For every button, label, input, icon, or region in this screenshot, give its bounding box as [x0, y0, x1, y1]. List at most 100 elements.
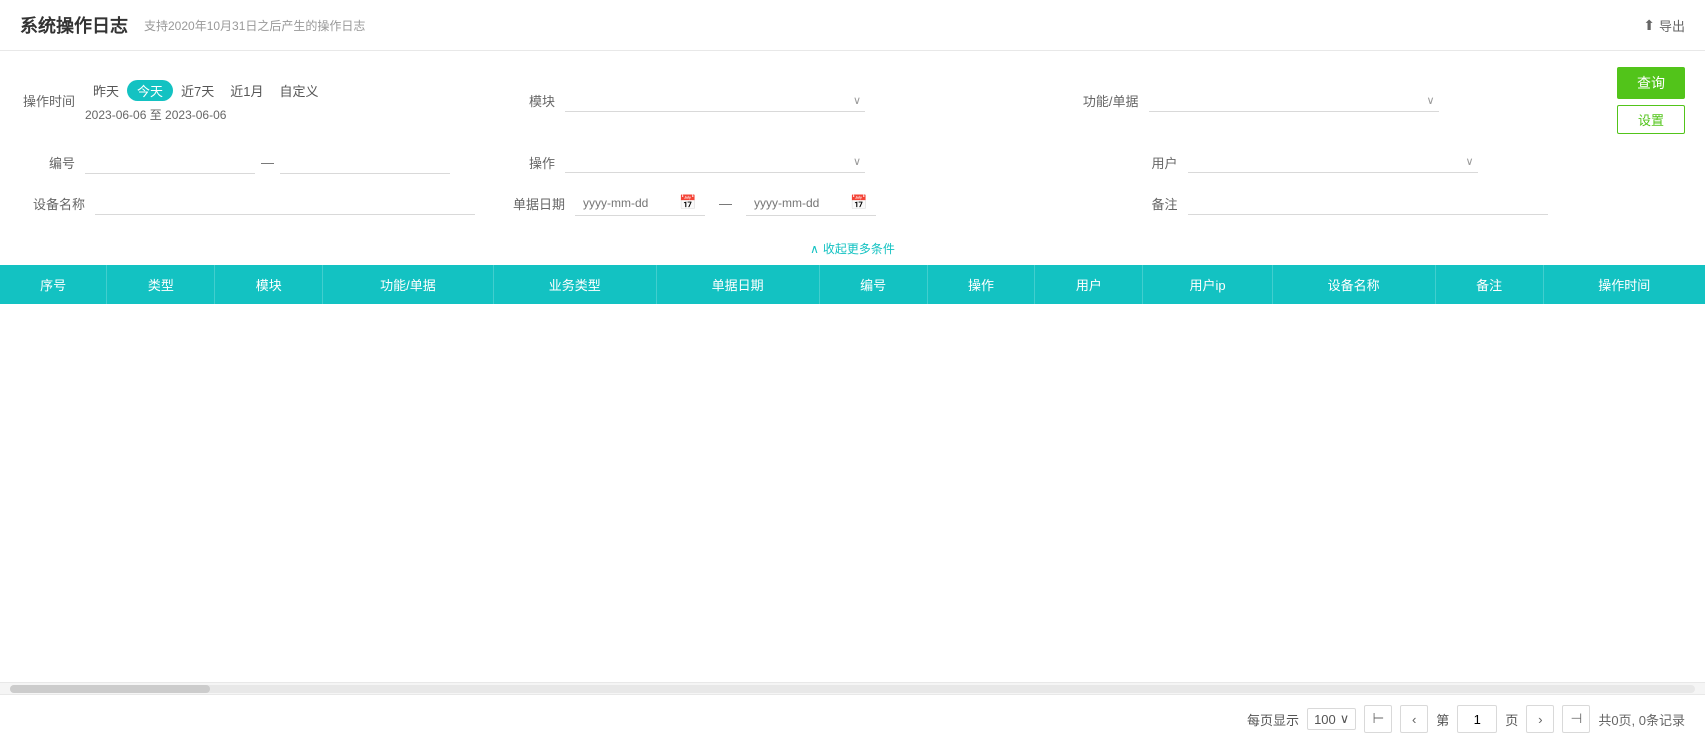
remark-input[interactable]: [1188, 191, 1548, 215]
collapse-row: ∧ 收起更多条件: [20, 232, 1685, 265]
col-op-time: 操作时间: [1543, 265, 1705, 304]
user-group: 用户 ∨: [1123, 151, 1686, 173]
calendar-start-icon[interactable]: 📅: [679, 194, 696, 211]
date-dash: —: [719, 196, 732, 211]
func-group: 功能/单据 ∨: [1074, 90, 1588, 112]
user-label: 用户: [1123, 153, 1178, 172]
header-left: 系统操作日志 支持2020年10月31日之后产生的操作日志: [20, 12, 365, 38]
number-end-field[interactable]: [288, 154, 442, 169]
col-number: 编号: [819, 265, 927, 304]
scrollbar-thumb[interactable]: [10, 685, 210, 693]
action-buttons: 查询 设置: [1617, 67, 1685, 134]
yesterday-btn[interactable]: 昨天: [85, 79, 127, 102]
page-header: 系统操作日志 支持2020年10月31日之后产生的操作日志 ⬆ 导出: [0, 0, 1705, 51]
date-picker: 📅 — 📅: [575, 190, 876, 216]
func-dropdown[interactable]: ∨: [1149, 90, 1439, 112]
date-end-field[interactable]: [754, 196, 844, 210]
table-wrapper: 序号 类型 模块 功能/单据 业务类型 单据日期 编号 操作 用户 用户ip 设…: [0, 265, 1705, 682]
voucher-date-group: 单据日期 📅 — 📅: [500, 190, 1063, 216]
number-input-end[interactable]: [280, 150, 450, 174]
func-label: 功能/单据: [1074, 91, 1139, 110]
custom-btn[interactable]: 自定义: [272, 79, 327, 102]
settings-button[interactable]: 设置: [1617, 105, 1685, 134]
prev-page-button[interactable]: ‹: [1400, 705, 1428, 733]
col-operation: 操作: [927, 265, 1035, 304]
table-header-row: 序号 类型 模块 功能/单据 业务类型 单据日期 编号 操作 用户 用户ip 设…: [0, 265, 1705, 304]
next-page-button[interactable]: ›: [1526, 705, 1554, 733]
export-label: 导出: [1659, 16, 1685, 35]
page-size-value: 100: [1314, 712, 1336, 727]
func-arrow-icon: ∨: [1426, 94, 1434, 107]
operation-time-label: 操作时间: [20, 91, 75, 110]
export-icon: ⬆: [1643, 17, 1655, 34]
page-label: 第: [1436, 710, 1449, 729]
user-arrow-icon: ∨: [1465, 155, 1473, 168]
page-size-label: 每页显示: [1247, 710, 1299, 729]
col-module: 模块: [215, 265, 323, 304]
module-label: 模块: [500, 91, 555, 110]
page-number-input[interactable]: [1457, 705, 1497, 733]
data-table: 序号 类型 模块 功能/单据 业务类型 单据日期 编号 操作 用户 用户ip 设…: [0, 265, 1705, 304]
operation-label: 操作: [500, 153, 555, 172]
page-unit: 页: [1505, 710, 1518, 729]
first-page-button[interactable]: ⊢: [1364, 705, 1392, 733]
device-label: 设备名称: [20, 194, 85, 213]
filter-section: 操作时间 昨天 今天 近7天 近1月 自定义 2023-06-06 至 2023…: [0, 51, 1705, 265]
collapse-label: 收起更多条件: [823, 240, 895, 257]
operation-dropdown[interactable]: ∨: [565, 151, 865, 173]
remark-field[interactable]: [1196, 195, 1540, 210]
user-dropdown[interactable]: ∨: [1188, 151, 1478, 173]
operation-group: 操作 ∨: [500, 151, 1063, 173]
device-input[interactable]: [95, 191, 475, 215]
total-info: 共0页, 0条记录: [1598, 710, 1685, 729]
page-size-arrow: ∨: [1340, 711, 1350, 727]
calendar-end-icon[interactable]: 📅: [850, 194, 867, 211]
col-user: 用户: [1035, 265, 1143, 304]
remark-label: 备注: [1123, 194, 1178, 213]
col-sequence: 序号: [0, 265, 107, 304]
filter-row-3: 设备名称 单据日期 📅 — 📅: [20, 190, 1685, 216]
collapse-up-icon: ∧: [810, 242, 819, 256]
col-voucher-date: 单据日期: [656, 265, 819, 304]
page-title: 系统操作日志: [20, 12, 128, 38]
number-group: 编号 —: [20, 150, 440, 174]
module-arrow-icon: ∨: [853, 94, 861, 107]
remark-group: 备注: [1123, 191, 1686, 215]
date-end-input[interactable]: 📅: [746, 190, 876, 216]
last1month-btn[interactable]: 近1月: [222, 79, 271, 102]
date-start-input[interactable]: 📅: [575, 190, 705, 216]
voucher-date-label: 单据日期: [500, 194, 565, 213]
module-group: 模块 ∨: [500, 90, 1014, 112]
number-label: 编号: [20, 153, 75, 172]
pagination-bar: 每页显示 100 ∨ ⊢ ‹ 第 页 › ⊣ 共0页, 0条记录: [0, 694, 1705, 743]
filter-row-2: 编号 — 操作 ∨ 用户: [20, 150, 1685, 174]
time-filter-group: 昨天 今天 近7天 近1月 自定义: [85, 79, 327, 102]
col-func: 功能/单据: [323, 265, 494, 304]
export-button[interactable]: ⬆ 导出: [1643, 16, 1685, 35]
operation-arrow-icon: ∨: [853, 155, 861, 168]
filter-row-1: 操作时间 昨天 今天 近7天 近1月 自定义 2023-06-06 至 2023…: [20, 67, 1685, 134]
col-user-ip: 用户ip: [1143, 265, 1272, 304]
today-btn[interactable]: 今天: [127, 80, 173, 101]
query-button[interactable]: 查询: [1617, 67, 1685, 99]
module-dropdown[interactable]: ∨: [565, 90, 865, 112]
device-field[interactable]: [103, 195, 467, 210]
number-input-start[interactable]: [85, 150, 255, 174]
last-page-button[interactable]: ⊣: [1562, 705, 1590, 733]
date-range-display: 2023-06-06 至 2023-06-06: [85, 106, 327, 123]
page-size-select[interactable]: 100 ∨: [1307, 708, 1356, 730]
col-device: 设备名称: [1272, 265, 1435, 304]
number-start-field[interactable]: [93, 154, 247, 169]
scrollbar-track: [10, 685, 1695, 693]
time-filter-content: 昨天 今天 近7天 近1月 自定义 2023-06-06 至 2023-06-0…: [85, 79, 327, 123]
operation-time-group: 操作时间 昨天 今天 近7天 近1月 自定义 2023-06-06 至 2023…: [20, 79, 440, 123]
col-biz-type: 业务类型: [493, 265, 656, 304]
device-group: 设备名称: [20, 191, 440, 215]
horizontal-scrollbar[interactable]: [0, 682, 1705, 694]
last7days-btn[interactable]: 近7天: [173, 79, 222, 102]
number-dash: —: [261, 155, 274, 170]
collapse-button[interactable]: ∧ 收起更多条件: [810, 240, 895, 257]
col-type: 类型: [107, 265, 215, 304]
page-subtitle: 支持2020年10月31日之后产生的操作日志: [144, 17, 365, 34]
date-start-field[interactable]: [583, 196, 673, 210]
